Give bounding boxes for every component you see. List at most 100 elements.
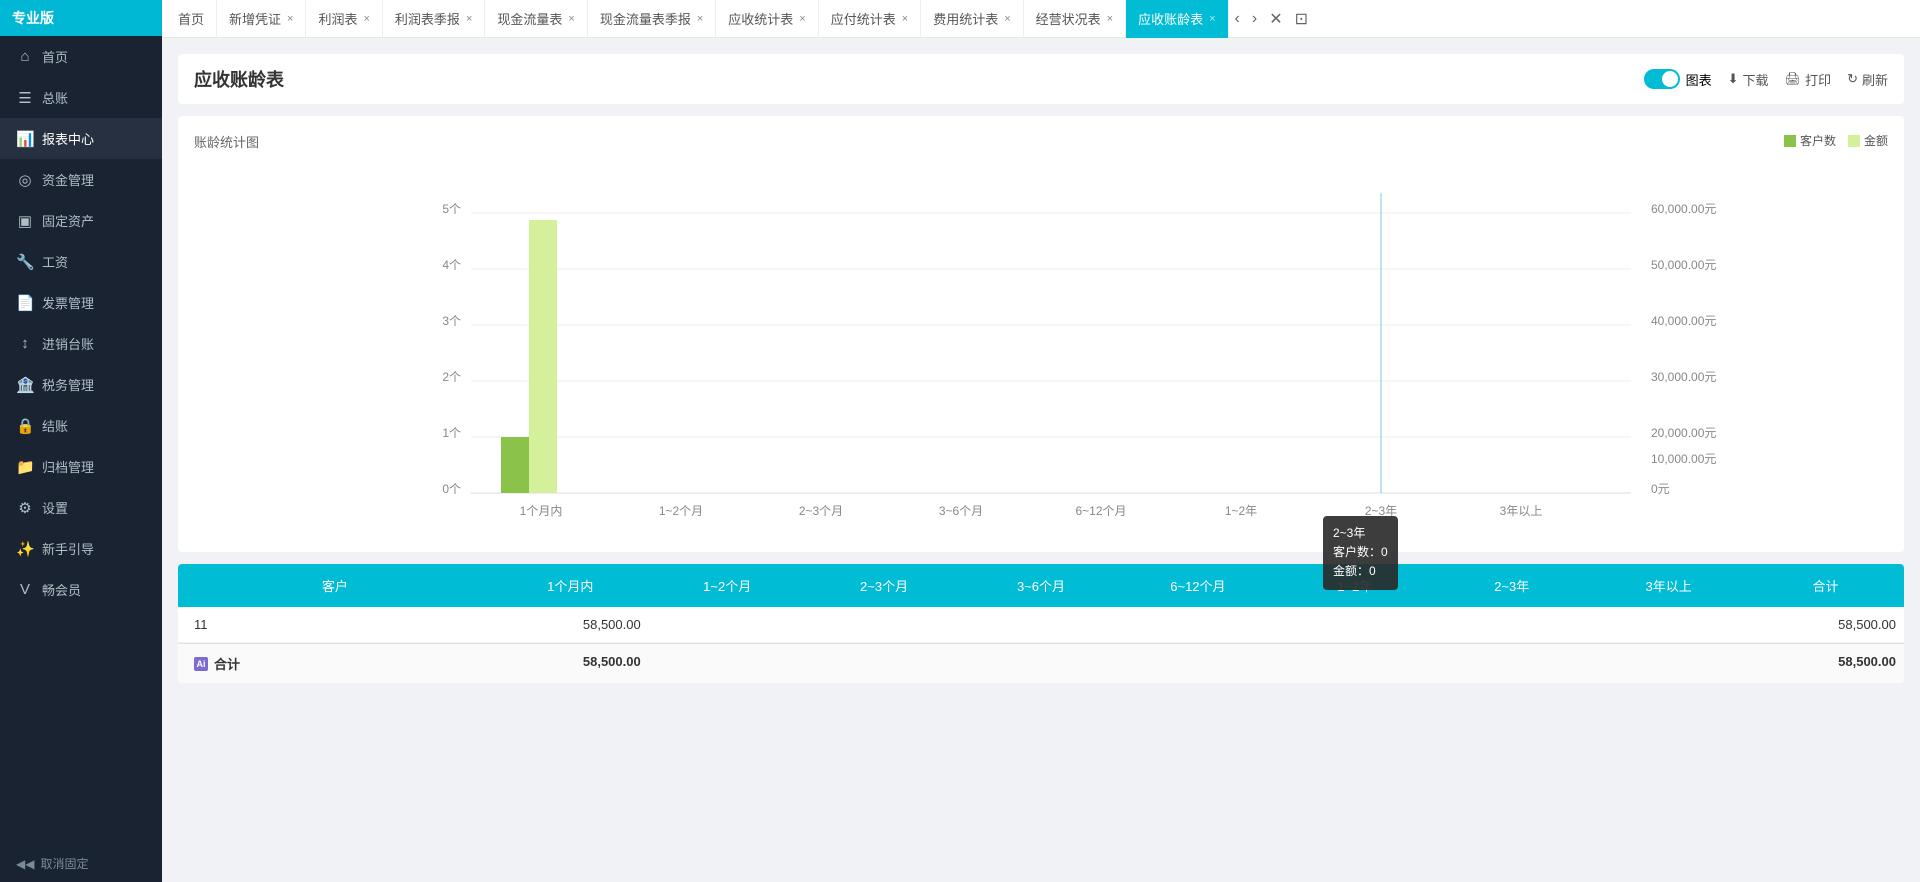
close-icon[interactable]: × [1107,13,1113,25]
tax-icon: 🏦 [16,376,34,394]
tab-profit[interactable]: 利润表 × [306,0,382,38]
tab-ar-stat[interactable]: 应收统计表 × [716,0,818,38]
content-area: 应收账龄表 图表 ⬇ 下载 🖨 打印 ↻ 刷新 [162,38,1920,882]
sidebar-item-label: 结账 [42,416,68,435]
assets-icon: ▣ [16,212,34,230]
header-actions: 图表 ⬇ 下载 🖨 打印 ↻ 刷新 [1644,69,1888,89]
svg-text:0元: 0元 [1651,482,1670,496]
svg-text:3~6个月: 3~6个月 [939,504,983,518]
chart-toggle-wrap[interactable]: 图表 [1644,69,1712,89]
close-icon[interactable]: × [1209,13,1215,25]
svg-text:2个: 2个 [442,370,461,384]
sidebar-item-salary[interactable]: 🔧 工资 [0,241,162,282]
sidebar-item-inout[interactable]: ↕ 进销台账 [0,323,162,364]
legend-amount-dot [1848,135,1860,147]
svg-text:3个: 3个 [442,314,461,328]
tab-label: 应付统计表 [831,9,896,28]
close-icon[interactable]: × [568,13,574,25]
footer-y1-2 [1276,644,1433,683]
footer-m1-2 [649,644,806,683]
tab-close-all-button[interactable]: ✕ [1263,0,1288,38]
sidebar-item-label: 税务管理 [42,375,94,394]
sidebar-bottom-label: 取消固定 [40,855,88,872]
tab-home[interactable]: 首页 [166,0,217,38]
salary-icon: 🔧 [16,253,34,271]
refresh-button[interactable]: ↻ 刷新 [1847,70,1888,89]
bar-customer-0 [501,437,529,493]
sidebar-pin-toggle[interactable]: ◀◀ 取消固定 [0,845,162,882]
sidebar-item-label: 新手引导 [42,539,94,558]
close-icon[interactable]: × [697,13,703,25]
col-m1-2: 1~2个月 [649,564,806,607]
tab-expense-stat[interactable]: 费用统计表 × [921,0,1023,38]
settings-icon: ⚙ [16,499,34,517]
close-icon[interactable]: × [1004,13,1010,25]
sidebar-item-funds[interactable]: ◎ 资金管理 [0,159,162,200]
tab-expand-button[interactable]: ⊡ [1289,0,1314,38]
row-y1-2 [1276,607,1433,642]
close-icon[interactable]: × [799,13,805,25]
tab-ap-stat[interactable]: 应付统计表 × [819,0,921,38]
tab-label: 现金流量表 [497,9,562,28]
legend-customer-dot [1784,135,1796,147]
row-customer: 11 [178,607,492,642]
tab-label: 应收统计表 [728,9,793,28]
tab-ar-aging[interactable]: 应收账龄表 × [1126,0,1228,38]
sidebar-item-assets[interactable]: ▣ 固定资产 [0,200,162,241]
print-icon: 🖨 [1785,71,1802,87]
tab-label: 新增凭证 [229,9,281,28]
footer-total: 58,500.00 [1747,644,1904,683]
tab-cashflow-q[interactable]: 现金流量表季报 × [588,0,716,38]
row-m2-3 [806,607,963,642]
sidebar-item-label: 设置 [42,498,68,517]
tooltip-amount: 金额：0 [1333,562,1388,581]
sidebar-item-label: 工资 [42,252,68,271]
home-icon: ⌂ [16,48,34,65]
sidebar-item-archive[interactable]: 📁 归档管理 [0,446,162,487]
data-table: 客户 1个月内 1~2个月 2~3个月 3~6个月 6~12个月 1~2年 2~… [178,564,1904,683]
sidebar-item-tax[interactable]: 🏦 税务管理 [0,364,162,405]
sidebar-item-label: 畅会员 [42,580,81,599]
tooltip-content: 2~3年 客户数：0 金额：0 [1323,516,1398,590]
close-icon[interactable]: × [466,13,472,25]
tab-next-button[interactable]: › [1246,0,1263,38]
tab-label: 经营状况表 [1036,9,1101,28]
chart-legend: 客户数 金额 [1784,132,1888,149]
sidebar-item-vip[interactable]: V 畅会员 [0,569,162,610]
tab-prev-button[interactable]: ‹ [1229,0,1246,38]
tab-biz-stat[interactable]: 经营状况表 × [1024,0,1126,38]
chart-toggle[interactable] [1644,69,1680,89]
sidebar-item-closing[interactable]: 🔒 结账 [0,405,162,446]
close-icon[interactable]: × [287,13,293,25]
sidebar-item-ledger[interactable]: ☰ 总账 [0,77,162,118]
legend-customer-label: 客户数 [1800,132,1836,149]
tab-label: 费用统计表 [933,9,998,28]
sidebar-item-invoice[interactable]: 📄 发票管理 [0,282,162,323]
tab-voucher[interactable]: 新增凭证 × [217,0,306,38]
print-button[interactable]: 🖨 打印 [1785,70,1832,89]
sidebar-item-home[interactable]: ⌂ 首页 [0,36,162,77]
sidebar-item-label: 资金管理 [42,170,94,189]
sidebar-item-label: 进销台账 [42,334,94,353]
svg-text:50,000.00元: 50,000.00元 [1651,258,1716,272]
download-button[interactable]: ⬇ 下载 [1728,70,1769,89]
vip-icon: V [16,581,34,598]
footer-m2-3 [806,644,963,683]
footer-y3plus [1590,644,1747,683]
table-header: 客户 1个月内 1~2个月 2~3个月 3~6个月 6~12个月 1~2年 2~… [178,564,1904,607]
sidebar-logo: 专业版 [0,0,162,36]
inout-icon: ↕ [16,335,34,352]
close-icon[interactable]: × [902,13,908,25]
sidebar-item-guide[interactable]: ✨ 新手引导 [0,528,162,569]
pin-icon: ◀◀ [16,857,34,871]
tab-cashflow[interactable]: 现金流量表 × [485,0,587,38]
close-icon[interactable]: × [363,13,369,25]
sidebar-item-settings[interactable]: ⚙ 设置 [0,487,162,528]
sidebar-item-reports[interactable]: 📊 报表中心 [0,118,162,159]
chart-title: 账龄统计图 [194,132,1888,151]
svg-text:60,000.00元: 60,000.00元 [1651,202,1716,216]
col-y2-3: 2~3年 [1433,564,1590,607]
closing-icon: 🔒 [16,417,34,435]
tab-profit-q[interactable]: 利润表季报 × [383,0,485,38]
table-row: 11 58,500.00 58,500.00 [178,607,1904,643]
